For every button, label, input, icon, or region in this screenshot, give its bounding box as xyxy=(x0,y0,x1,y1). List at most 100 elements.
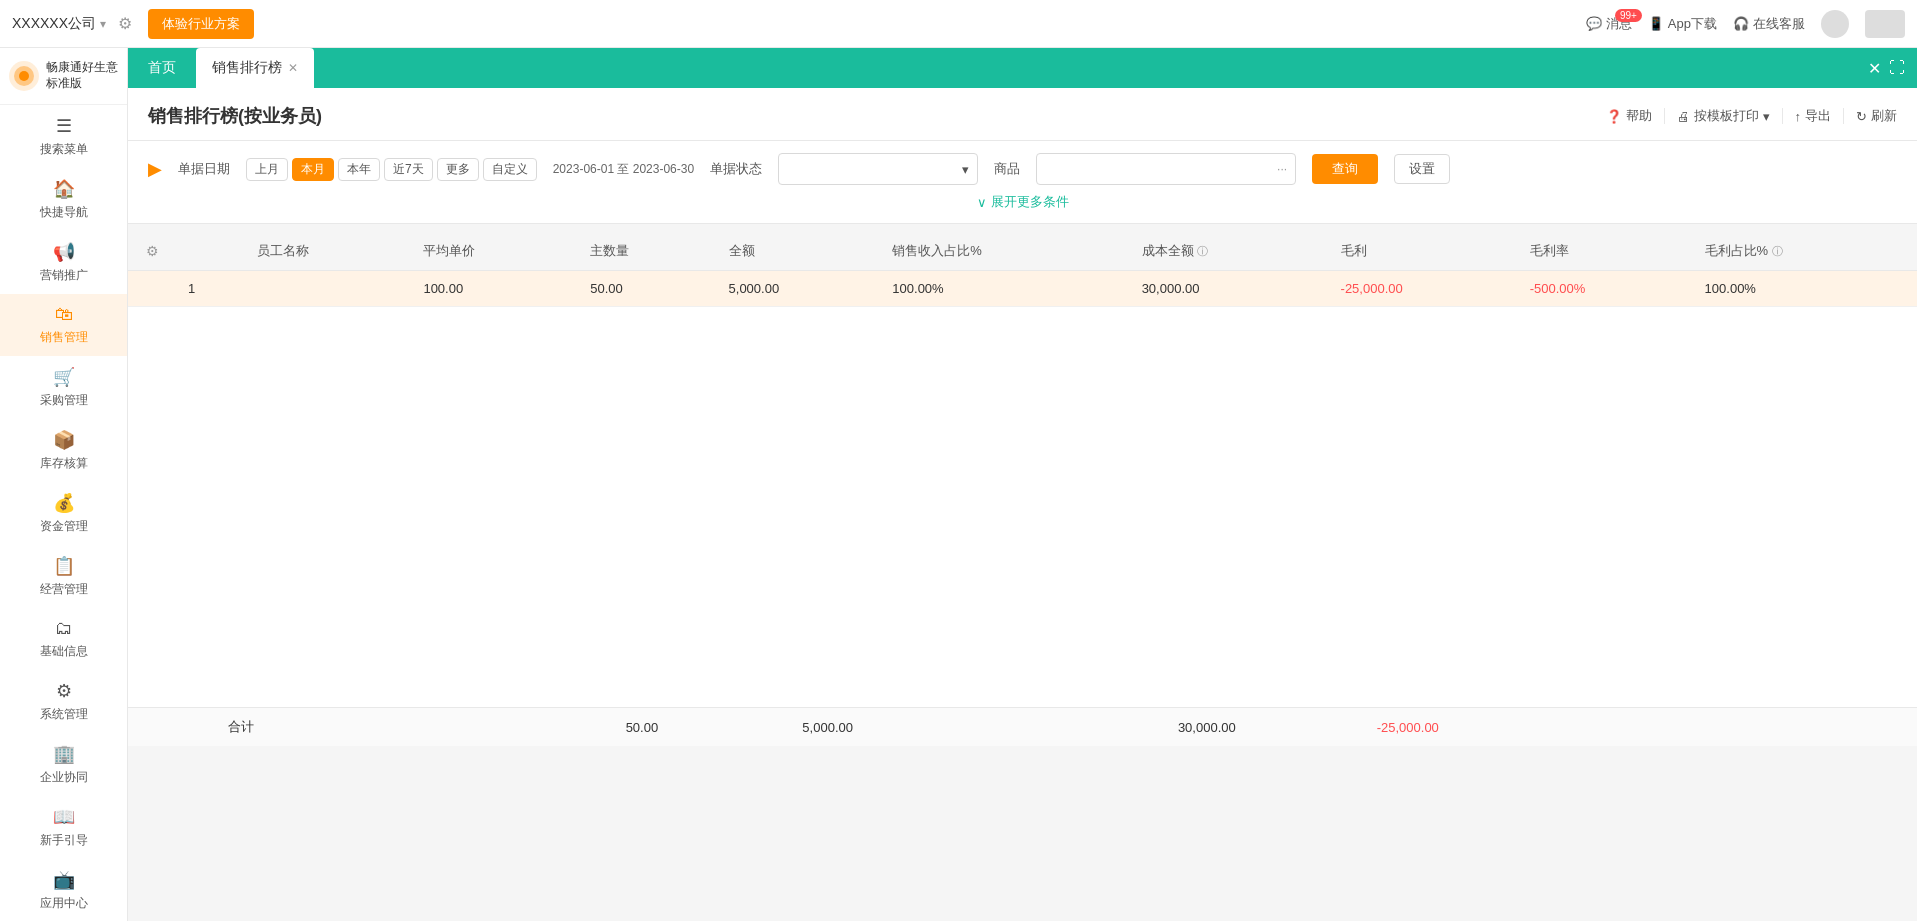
footer-gross-cell: -25,000.00 xyxy=(1365,708,1564,746)
goods-more-icon: ··· xyxy=(1277,162,1287,176)
goods-input[interactable]: ··· xyxy=(1036,153,1296,185)
print-button[interactable]: 🖨 按模板打印 ▾ xyxy=(1677,107,1770,125)
sidebar-label-search: 搜索菜单 xyxy=(40,141,88,158)
tab-sales-rank[interactable]: 销售排行榜 ✕ xyxy=(196,48,314,88)
table-row: 1 100.00 50.00 5,000.00 100.00% 30,000.0… xyxy=(128,271,1917,307)
filter-row: ▶ 单据日期 上月 本月 本年 近7天 更多 自定义 2023-06-01 至 … xyxy=(148,153,1897,185)
col-gross-rate: 毛利率 xyxy=(1518,232,1693,271)
cell-sales-pct: 100.00% xyxy=(880,271,1129,307)
page-content: 销售排行榜(按业务员) ❓ 帮助 🖨 按模板打印 ▾ ↑ xyxy=(128,88,1917,921)
help-button[interactable]: ❓ 帮助 xyxy=(1606,107,1652,125)
tab-home[interactable]: 首页 xyxy=(128,48,196,88)
company-selector[interactable]: XXXXXX公司 ▾ xyxy=(12,15,106,33)
footer-grosspct-cell xyxy=(1740,708,1917,746)
col-gross-pct: 毛利占比% ⓘ xyxy=(1693,232,1917,271)
tab-home-label: 首页 xyxy=(148,59,176,77)
sidebar-item-purchase[interactable]: 🛒 采购管理 xyxy=(0,356,127,419)
sidebar-label-inventory: 库存核算 xyxy=(40,455,88,472)
app-label: App下载 xyxy=(1668,15,1717,33)
page-actions: ❓ 帮助 🖨 按模板打印 ▾ ↑ 导出 xyxy=(1606,107,1898,125)
date-btn-more[interactable]: 更多 xyxy=(437,158,479,181)
cell-name xyxy=(245,271,412,307)
footer-row: 合计 50.00 5,000.00 30,000.00 -25,000.00 xyxy=(128,708,1917,746)
export-button[interactable]: ↑ 导出 xyxy=(1795,107,1832,125)
date-btn-this-month[interactable]: 本月 xyxy=(292,158,334,181)
tab-sales-rank-label: 销售排行榜 xyxy=(212,59,282,77)
tab-bar: 首页 销售排行榜 ✕ ✕ ⛶ xyxy=(128,48,1917,88)
sidebar-item-enterprise[interactable]: 🏢 企业协同 xyxy=(0,733,127,796)
sidebar-item-marketing[interactable]: 📢 营销推广 xyxy=(0,231,127,294)
refresh-button[interactable]: ↻ 刷新 xyxy=(1856,107,1897,125)
sidebar-label-guide: 新手引导 xyxy=(40,832,88,849)
sidebar-label-enterprise: 企业协同 xyxy=(40,769,88,786)
sidebar-item-inventory[interactable]: 📦 库存核算 xyxy=(0,419,127,482)
cell-settings xyxy=(128,271,176,307)
trial-button[interactable]: 体验行业方案 xyxy=(148,9,254,39)
app-center-icon: 📺 xyxy=(53,869,75,891)
sidebar-item-search-order[interactable]: ☰ 搜索菜单 xyxy=(0,105,127,168)
tab-expand-icon[interactable]: ⛶ xyxy=(1889,59,1905,77)
purchase-icon: 🛒 xyxy=(53,366,75,388)
sidebar-item-app-center[interactable]: 📺 应用中心 xyxy=(0,859,127,921)
date-btn-this-year[interactable]: 本年 xyxy=(338,158,380,181)
sidebar-item-finance[interactable]: 💰 资金管理 xyxy=(0,482,127,545)
expand-conditions-button[interactable]: ∨ 展开更多条件 xyxy=(977,193,1069,211)
col-name: 员工名称 xyxy=(245,232,412,271)
finance-icon: 💰 xyxy=(53,492,75,514)
sidebar-item-basic-info[interactable]: 🗂 基础信息 xyxy=(0,608,127,670)
print-icon: 🖨 xyxy=(1677,109,1690,124)
status-select[interactable]: ▾ xyxy=(778,153,978,185)
cost-help-icon[interactable]: ⓘ xyxy=(1197,245,1208,257)
avatar[interactable] xyxy=(1821,10,1849,38)
logo-line2: 标准版 xyxy=(46,76,118,92)
basic-info-icon: 🗂 xyxy=(55,618,73,639)
system-icon: ⚙ xyxy=(56,680,72,702)
company-dropdown-arrow: ▾ xyxy=(100,17,106,31)
footer-salespct-cell xyxy=(967,708,1166,746)
app-download-button[interactable]: 📱 App下载 xyxy=(1648,15,1717,33)
home-icon: 🏠 xyxy=(53,178,75,200)
tab-bar-right: ✕ ⛶ xyxy=(1868,59,1917,78)
sidebar-item-sales[interactable]: 🛍 销售管理 xyxy=(0,294,127,356)
filter-collapse-icon[interactable]: ▶ xyxy=(148,158,162,180)
col-settings-icon[interactable]: ⚙ xyxy=(146,243,159,259)
guide-icon: 📖 xyxy=(53,806,75,828)
query-button[interactable]: 查询 xyxy=(1312,154,1378,184)
sidebar-item-operation[interactable]: 📋 经营管理 xyxy=(0,545,127,608)
footer-settings-cell xyxy=(128,708,176,746)
col-amount: 全额 xyxy=(717,232,881,271)
gross-pct-help-icon[interactable]: ⓘ xyxy=(1772,245,1783,257)
content-area: 首页 销售排行榜 ✕ ✕ ⛶ 销售排行榜(按业务员) ❓ 帮助 xyxy=(128,48,1917,921)
status-filter-label: 单据状态 xyxy=(710,160,762,178)
sidebar-label-sales: 销售管理 xyxy=(40,329,88,346)
footer-label-cell: 合计 xyxy=(216,708,437,746)
online-label: 在线客服 xyxy=(1753,15,1805,33)
data-table: ⚙ 员工名称 平均单价 主数量 全额 销售收入占比% 成本全额 ⓘ xyxy=(128,232,1917,307)
tab-close-icon[interactable]: ✕ xyxy=(288,61,298,75)
settings-button[interactable]: 设置 xyxy=(1394,154,1450,184)
date-btn-7days[interactable]: 近7天 xyxy=(384,158,433,181)
operation-icon: 📋 xyxy=(53,555,75,577)
refresh-icon: ↻ xyxy=(1856,109,1867,124)
table-footer: 合计 50.00 5,000.00 30,000.00 -25,000.00 xyxy=(128,707,1917,746)
status-dropdown-icon: ▾ xyxy=(962,162,969,177)
filter-area: ▶ 单据日期 上月 本月 本年 近7天 更多 自定义 2023-06-01 至 … xyxy=(128,141,1917,224)
message-icon: 💬 xyxy=(1586,16,1602,31)
col-settings[interactable]: ⚙ xyxy=(128,232,176,271)
tab-minimize-icon[interactable]: ✕ xyxy=(1868,59,1881,78)
topbar-settings-icon[interactable]: ⚙ xyxy=(118,14,132,33)
date-btn-last-month[interactable]: 上月 xyxy=(246,158,288,181)
date-btn-custom[interactable]: 自定义 xyxy=(483,158,537,181)
online-service-button[interactable]: 🎧 在线客服 xyxy=(1733,15,1805,33)
col-cost: 成本全额 ⓘ xyxy=(1130,232,1329,271)
sidebar-item-system[interactable]: ⚙ 系统管理 xyxy=(0,670,127,733)
sidebar-item-guide[interactable]: 📖 新手引导 xyxy=(0,796,127,859)
sidebar-label-operation: 经营管理 xyxy=(40,581,88,598)
message-button[interactable]: 💬 消息 99+ xyxy=(1586,15,1632,33)
sidebar-item-quick-nav[interactable]: 🏠 快捷导航 xyxy=(0,168,127,231)
print-dropdown-icon: ▾ xyxy=(1763,109,1770,124)
svg-point-2 xyxy=(19,71,29,81)
date-filter-label: 单据日期 xyxy=(178,160,230,178)
footer-grossrate-cell xyxy=(1564,708,1741,746)
inventory-icon: 📦 xyxy=(53,429,75,451)
